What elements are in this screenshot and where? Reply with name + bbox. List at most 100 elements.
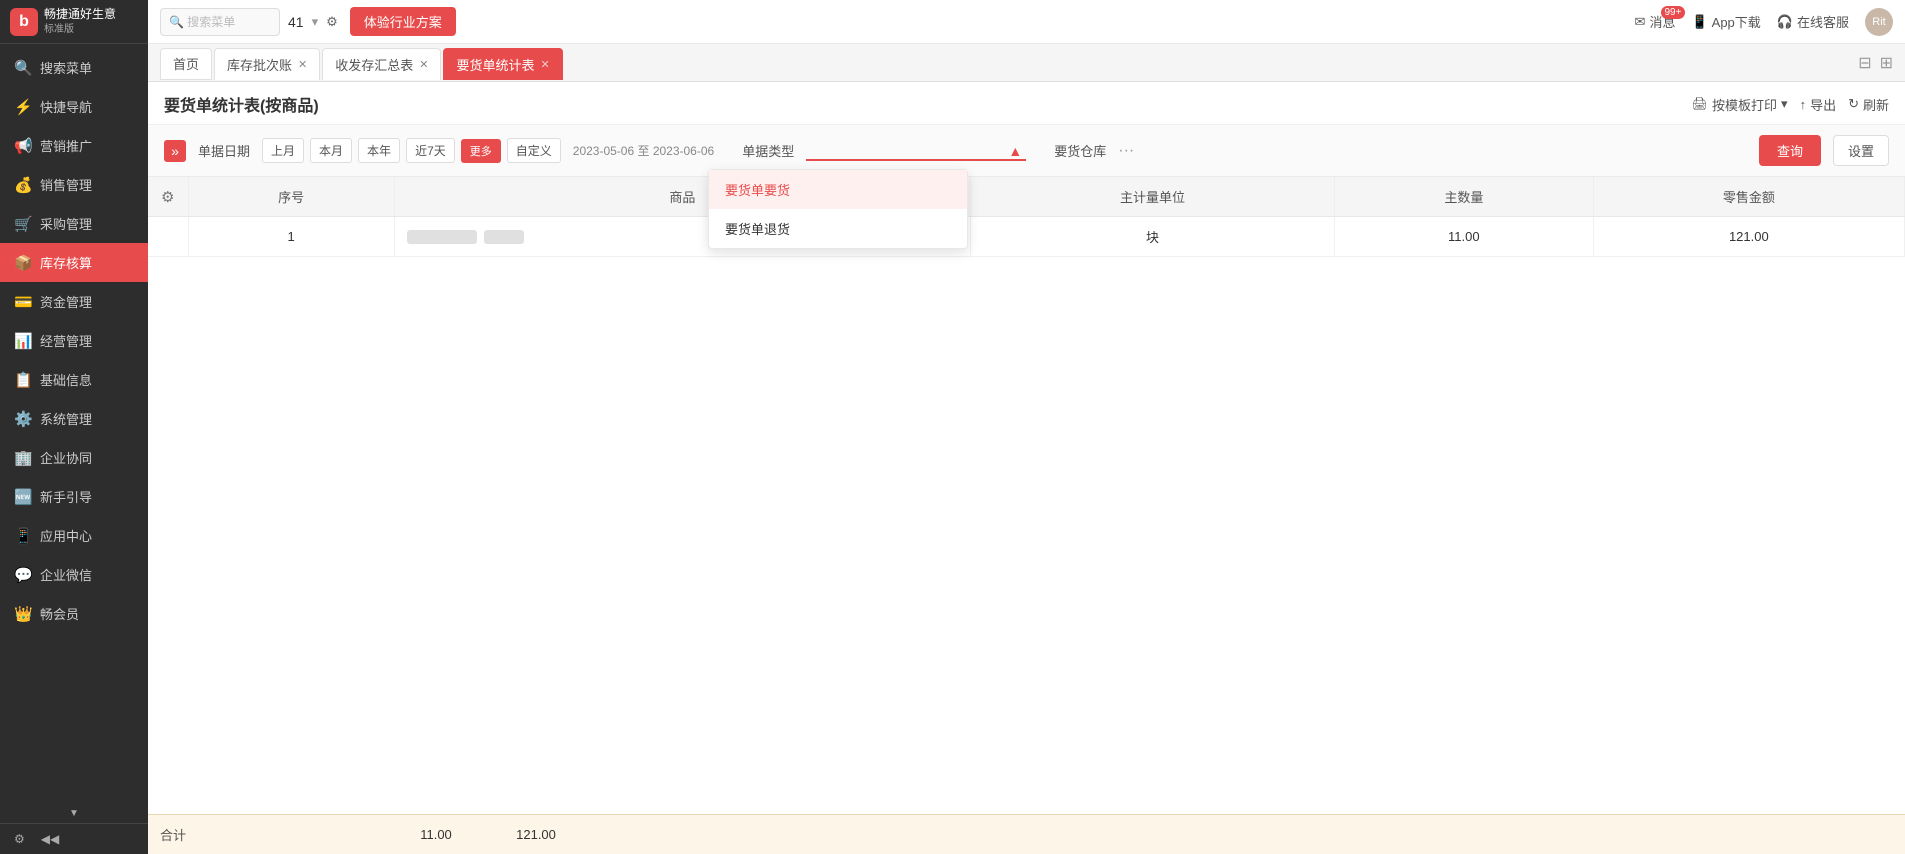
dropdown-item-order-return[interactable]: 要货单退货 bbox=[709, 209, 967, 248]
footer-qty: 11.00 bbox=[386, 827, 486, 842]
date-this-year[interactable]: 本年 bbox=[358, 138, 400, 163]
refresh-btn[interactable]: ↻ 刷新 bbox=[1848, 95, 1889, 114]
sidebar-item-member[interactable]: 👑 畅会员 bbox=[0, 594, 148, 633]
phone-icon: 📱 bbox=[1691, 14, 1707, 30]
filter-expand-btn[interactable]: » bbox=[164, 140, 186, 162]
type-select-wrapper: ▲ bbox=[806, 140, 1026, 161]
type-select-input[interactable] bbox=[806, 140, 1026, 161]
sidebar-item-inventory[interactable]: 📦 库存核算 bbox=[0, 243, 148, 282]
settings-icon[interactable]: ⚙ bbox=[14, 832, 25, 846]
tab-order-stat[interactable]: 要货单统计表 ✕ bbox=[443, 48, 562, 80]
sidebar-item-marketing[interactable]: 📢营销推广 bbox=[0, 126, 148, 165]
sidebar-icon-appstore: 📱 bbox=[14, 527, 32, 545]
sidebar: b 畅捷通好生意 标准版 🔍搜索菜单⚡快捷导航📢营销推广💰销售管理🛒采购管理📦库… bbox=[0, 0, 148, 854]
sidebar-icon-operation: 📊 bbox=[14, 332, 32, 350]
tab-inventory-batch[interactable]: 库存批次账 ✕ bbox=[214, 48, 320, 80]
tab-home[interactable]: 首页 bbox=[160, 48, 212, 80]
sidebar-item-finance[interactable]: 💳 资金管理 bbox=[0, 282, 148, 321]
logo-name: 畅捷通好生意 bbox=[44, 7, 116, 23]
sidebar-icon-base: 📋 bbox=[14, 371, 32, 389]
sidebar-label-appstore: 应用中心 bbox=[40, 526, 92, 545]
sidebar-item-wechat[interactable]: 💬企业微信 bbox=[0, 555, 148, 594]
industry-btn[interactable]: 体验行业方案 bbox=[350, 7, 456, 36]
table-footer: 合计 11.00 121.00 bbox=[148, 814, 1905, 854]
template-print-btn[interactable]: 🖨 按模板打印 ▾ bbox=[1692, 95, 1788, 114]
filter-bar: » 单据日期 上月 本月 本年 近7天 更多 自定义 2023-05-06 至 … bbox=[148, 125, 1905, 177]
app-download-btn[interactable]: 📱 App下载 bbox=[1691, 12, 1760, 31]
online-service-label: 在线客服 bbox=[1797, 12, 1849, 31]
warehouse-label: 要货仓库 bbox=[1054, 141, 1106, 160]
sidebar-item-guide[interactable]: 🆕新手引导 bbox=[0, 477, 148, 516]
date-label: 单据日期 bbox=[198, 141, 250, 160]
logo-sub: 标准版 bbox=[44, 23, 116, 36]
sidebar-item-sales[interactable]: 💰销售管理 bbox=[0, 165, 148, 204]
sidebar-item-system[interactable]: ⚙️系统管理 bbox=[0, 399, 148, 438]
sidebar-item-search[interactable]: 🔍搜索菜单 bbox=[0, 48, 148, 87]
tab-recv-summary-close[interactable]: ✕ bbox=[419, 58, 428, 71]
footer-amount: 121.00 bbox=[486, 827, 586, 842]
sidebar-icon-finance: 💳 bbox=[14, 293, 32, 311]
settings-btn[interactable]: 设置 bbox=[1833, 135, 1889, 166]
search-icon: 🔍 bbox=[169, 15, 184, 29]
td-unit: 块 bbox=[971, 217, 1335, 257]
sidebar-item-enterprise[interactable]: 🏢企业协同 bbox=[0, 438, 148, 477]
tab-expand-icon[interactable]: ⊞ bbox=[1880, 53, 1893, 73]
warehouse-dots-icon[interactable]: ··· bbox=[1118, 142, 1134, 160]
dropdown-item-order-goods[interactable]: 要货单要货 bbox=[709, 170, 967, 209]
topbar-number: 41 bbox=[288, 14, 304, 30]
sidebar-label-inventory: 库存核算 bbox=[40, 253, 92, 272]
sidebar-label-finance: 资金管理 bbox=[40, 292, 92, 311]
date-this-month[interactable]: 本月 bbox=[310, 138, 352, 163]
sidebar-item-appstore[interactable]: 📱 应用中心 bbox=[0, 516, 148, 555]
print-icon: 🖨 bbox=[1692, 96, 1709, 112]
topbar-gear-icon[interactable]: ⚙ bbox=[326, 14, 338, 30]
expand-icon: » bbox=[171, 143, 179, 159]
search-bar[interactable]: 🔍 搜索菜单 bbox=[160, 8, 280, 36]
topbar-chevron-icon[interactable]: ▾ bbox=[312, 14, 319, 30]
tab-inventory-batch-close[interactable]: ✕ bbox=[298, 58, 307, 71]
tab-recv-summary[interactable]: 收发存汇总表 ✕ bbox=[322, 48, 441, 80]
sidebar-item-shortcut[interactable]: ⚡快捷导航 bbox=[0, 87, 148, 126]
data-table: ⚙ 序号 商品 主计量单位 主数量 零售金额 1 bbox=[148, 177, 1905, 257]
date-more-btn[interactable]: 更多 bbox=[461, 139, 501, 163]
online-service-btn[interactable]: 🎧 在线客服 bbox=[1777, 12, 1849, 31]
date-custom-btn[interactable]: 自定义 bbox=[507, 138, 561, 163]
gear-settings-icon[interactable]: ⚙ bbox=[161, 189, 174, 206]
date-group: 上月 本月 本年 近7天 更多 自定义 bbox=[262, 138, 561, 163]
td-amount: 121.00 bbox=[1593, 217, 1904, 257]
export-btn[interactable]: ↑ 导出 bbox=[1800, 95, 1837, 114]
sidebar-item-purchase[interactable]: 🛒采购管理 bbox=[0, 204, 148, 243]
date-last-month[interactable]: 上月 bbox=[262, 138, 304, 163]
sidebar-bottom: ⚙ ◀◀ bbox=[0, 823, 148, 854]
td-checkbox[interactable] bbox=[148, 217, 188, 257]
th-gear[interactable]: ⚙ bbox=[148, 177, 188, 217]
sidebar-item-operation[interactable]: 📊经营管理 bbox=[0, 321, 148, 360]
sidebar-label-guide: 新手引导 bbox=[40, 487, 92, 506]
sidebar-item-base[interactable]: 📋 基础信息 bbox=[0, 360, 148, 399]
sidebar-label-member: 畅会员 bbox=[40, 604, 79, 623]
td-qty: 11.00 bbox=[1334, 217, 1593, 257]
topbar-right: ✉ 消息 99+ 📱 App下载 🎧 在线客服 Rit bbox=[1635, 8, 1893, 36]
sidebar-icon-member: 👑 bbox=[14, 605, 32, 623]
export-label: 导出 bbox=[1810, 95, 1836, 114]
sidebar-icon-inventory: 📦 bbox=[14, 254, 32, 272]
sidebar-label-system: 系统管理 bbox=[40, 409, 92, 428]
th-no: 序号 bbox=[188, 177, 394, 217]
sidebar-icon-sales: 💰 bbox=[14, 176, 32, 194]
tab-order-stat-close[interactable]: ✕ bbox=[541, 58, 550, 71]
topbar: 🔍 搜索菜单 41 ▾ ⚙ 体验行业方案 ✉ 消息 99+ 📱 App下载 🎧 … bbox=[148, 0, 1905, 44]
date-last-7days[interactable]: 近7天 bbox=[406, 138, 455, 163]
tab-minimize-icon[interactable]: ⊟ bbox=[1858, 53, 1871, 73]
product-blur-2 bbox=[484, 230, 524, 244]
query-btn[interactable]: 查询 bbox=[1759, 135, 1821, 166]
collapse-icon[interactable]: ◀◀ bbox=[41, 832, 59, 846]
avatar[interactable]: Rit bbox=[1865, 8, 1893, 36]
messages-btn[interactable]: ✉ 消息 99+ bbox=[1635, 12, 1676, 31]
td-no: 1 bbox=[188, 217, 394, 257]
tab-recv-summary-label: 收发存汇总表 bbox=[335, 55, 413, 74]
sidebar-label-base: 基础信息 bbox=[40, 370, 92, 389]
page-content: 要货单统计表(按商品) 🖨 按模板打印 ▾ ↑ 导出 ↻ 刷新 bbox=[148, 82, 1905, 854]
table-row: 1 块 11.00 121.00 bbox=[148, 217, 1905, 257]
type-label: 单据类型 bbox=[742, 141, 794, 160]
sidebar-scroll-down[interactable]: ▼ bbox=[0, 803, 148, 823]
